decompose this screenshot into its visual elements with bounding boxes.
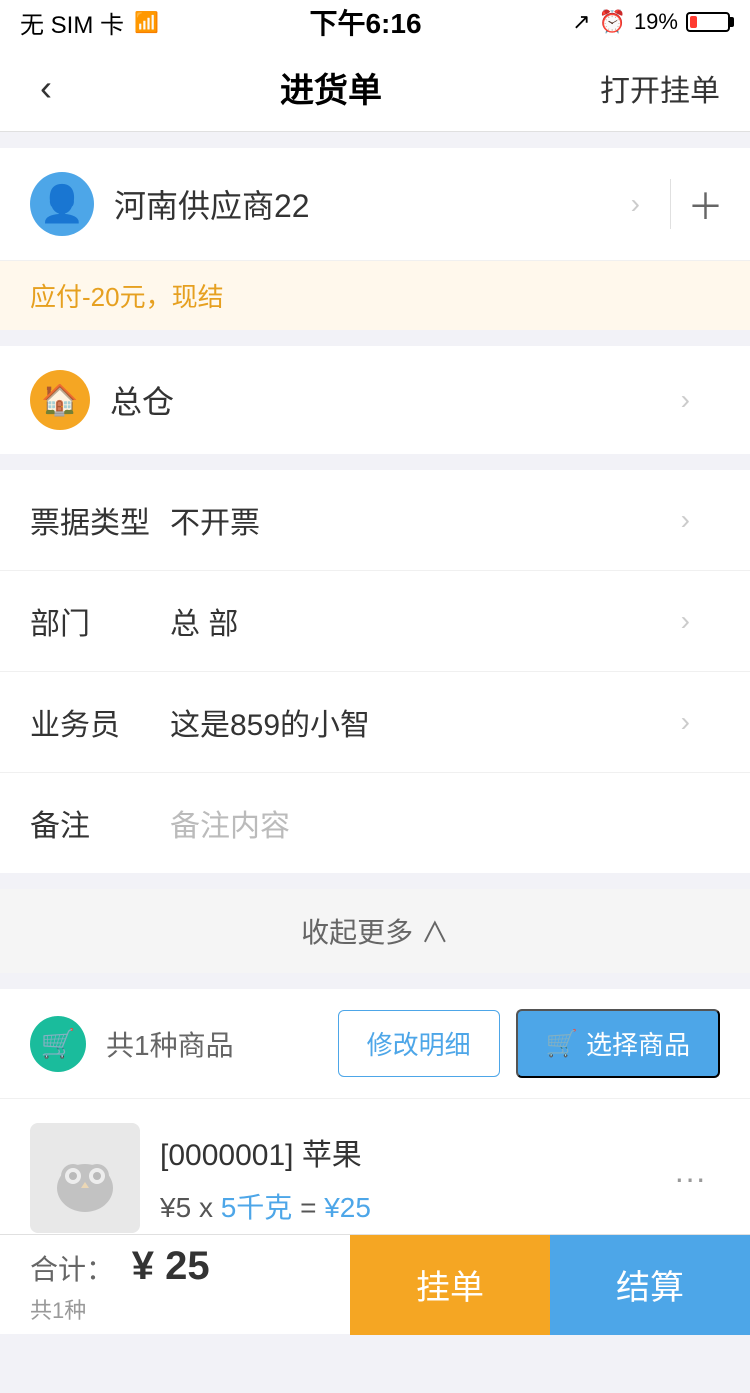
settle-label: 结算	[616, 1260, 684, 1309]
warehouse-icon: 🏠	[41, 383, 78, 418]
chevron-right-icon: ›	[681, 706, 690, 738]
warehouse-icon-wrap: 🏠	[30, 370, 90, 430]
main-content: 👤 河南供应商22 › ＋ 应付-20元，现结 🏠 总仓 › 票据类型 不开票 …	[0, 148, 750, 1393]
back-button[interactable]: ‹	[30, 57, 62, 119]
product-icon: 🛒	[41, 1027, 76, 1060]
product-name: [0000001] 苹果	[160, 1130, 660, 1174]
status-left: 无 SIM 卡 📶	[20, 5, 159, 40]
department-label: 部门	[30, 599, 170, 643]
open-hang-button[interactable]: 打开挂单	[600, 66, 720, 110]
product-thumb-owl	[45, 1138, 125, 1218]
hang-button[interactable]: 挂单	[350, 1235, 550, 1335]
product-code: [0000001]	[160, 1139, 293, 1172]
product-header: 🛒 共1种商品 修改明细 🛒 选择商品	[0, 989, 750, 1099]
supplier-name: 河南供应商22	[114, 181, 631, 227]
hang-label: 挂单	[416, 1260, 484, 1309]
wifi-icon: 📶	[134, 10, 159, 35]
warehouse-card[interactable]: 🏠 总仓 ›	[0, 346, 750, 454]
alarm-icon: ⏰	[599, 9, 626, 35]
collapse-row[interactable]: 收起更多 ∧	[0, 889, 750, 973]
warehouse-name: 总仓	[110, 377, 681, 423]
equals-sign: =	[300, 1192, 324, 1223]
form-card: 票据类型 不开票 › 部门 总 部 › 业务员 这是859的小智 › 备注 备注…	[0, 470, 750, 873]
status-right: ↗ ⏰ 19%	[572, 9, 730, 35]
settle-button[interactable]: 结算	[550, 1235, 750, 1335]
total-label: 合计：	[30, 1254, 114, 1285]
invoice-row[interactable]: 票据类型 不开票 ›	[0, 470, 750, 571]
payment-hint: 应付-20元，现结	[0, 261, 750, 330]
multiply-sign: x	[199, 1192, 221, 1223]
total-area: 合计： ¥ 25 共1种	[0, 1244, 350, 1325]
add-button[interactable]: ＋	[670, 179, 720, 229]
remark-label: 备注	[30, 801, 170, 845]
select-product-button[interactable]: 🛒 选择商品	[516, 1009, 720, 1078]
chevron-right-icon: ›	[681, 384, 690, 416]
chevron-right-icon: ›	[681, 504, 690, 536]
warehouse-row[interactable]: 🏠 总仓 ›	[0, 346, 750, 454]
remark-input[interactable]: 备注内容	[170, 801, 720, 845]
quantity: 5千克	[221, 1192, 293, 1223]
product-info: [0000001] 苹果 ¥5 x 5千克 = ¥25	[160, 1130, 660, 1226]
remark-row[interactable]: 备注 备注内容	[0, 773, 750, 873]
supplier-avatar: 👤	[30, 172, 94, 236]
battery-percent: 19%	[634, 9, 678, 35]
invoice-label: 票据类型	[30, 498, 170, 542]
product-count: 共1种商品	[106, 1024, 338, 1064]
more-button[interactable]: ···	[660, 1150, 720, 1207]
page-title: 进货单	[280, 63, 382, 112]
salesperson-label: 业务员	[30, 700, 170, 744]
battery-icon	[686, 12, 730, 32]
total-price: ¥25	[324, 1192, 371, 1223]
status-bar: 无 SIM 卡 📶 下午6:16 ↗ ⏰ 19%	[0, 0, 750, 44]
select-product-icon: 🛒	[546, 1028, 578, 1059]
collapse-label: 收起更多 ∧	[301, 917, 449, 948]
nav-bar: ‹ 进货单 打开挂单	[0, 44, 750, 132]
bottom-bar: 合计： ¥ 25 共1种 挂单 结算	[0, 1234, 750, 1334]
carrier-text: 无 SIM 卡	[20, 5, 124, 40]
location-icon: ↗	[572, 9, 590, 35]
total-amount: ¥ 25	[132, 1244, 210, 1288]
supplier-card: 👤 河南供应商22 › ＋ 应付-20元，现结	[0, 148, 750, 330]
total-count: 共1种	[30, 1293, 320, 1325]
total-line: 合计： ¥ 25	[30, 1244, 320, 1289]
department-value: 总 部	[170, 599, 681, 643]
edit-detail-button[interactable]: 修改明细	[338, 1010, 500, 1077]
status-time: 下午6:16	[309, 2, 421, 42]
product-thumbnail	[30, 1123, 140, 1233]
chevron-right-icon: ›	[681, 605, 690, 637]
product-price: ¥5 x 5千克 = ¥25	[160, 1186, 660, 1226]
invoice-value: 不开票	[170, 498, 681, 542]
product-section: 🛒 共1种商品 修改明细 🛒 选择商品	[0, 989, 750, 1257]
salesperson-value: 这是859的小智	[170, 700, 681, 744]
supplier-row[interactable]: 👤 河南供应商22 › ＋	[0, 148, 750, 261]
unit-price: ¥5	[160, 1192, 191, 1223]
product-icon-wrap: 🛒	[30, 1016, 86, 1072]
chevron-right-icon: ›	[631, 188, 640, 220]
salesperson-row[interactable]: 业务员 这是859的小智 ›	[0, 672, 750, 773]
person-icon: 👤	[40, 183, 85, 225]
select-product-label: 选择商品	[586, 1025, 690, 1062]
department-row[interactable]: 部门 总 部 ›	[0, 571, 750, 672]
product-title: 苹果	[302, 1139, 362, 1172]
